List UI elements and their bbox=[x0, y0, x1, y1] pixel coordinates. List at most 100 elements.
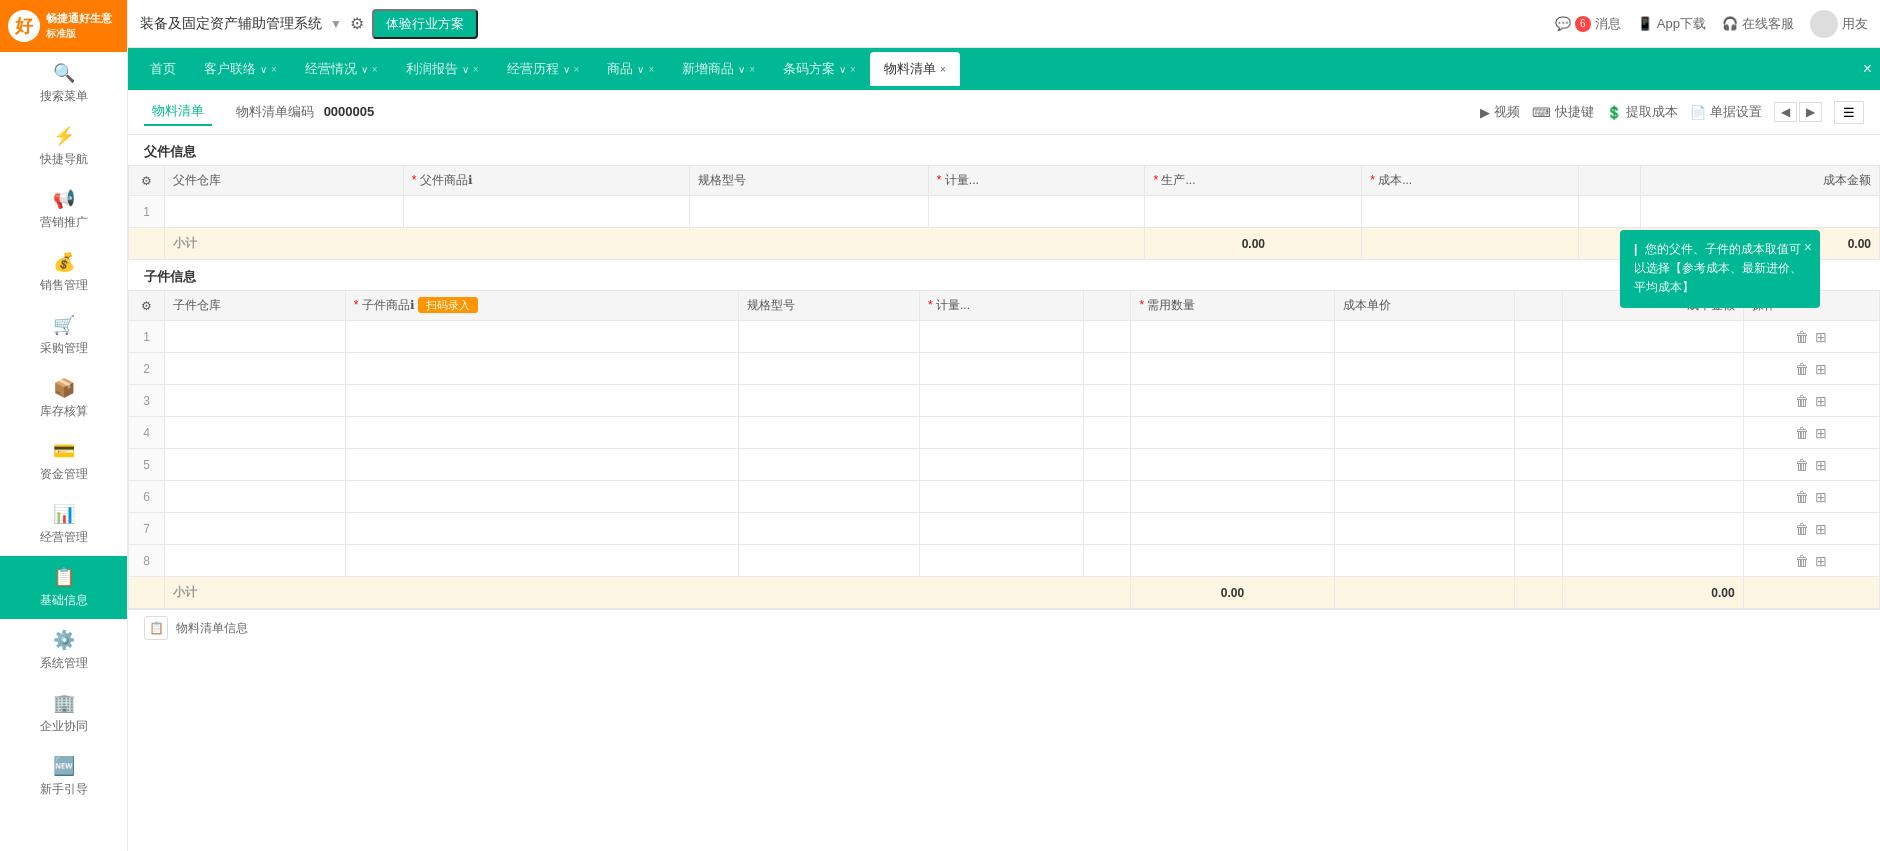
child-row-6-unit-cost[interactable] bbox=[1334, 481, 1515, 513]
child-row-5-unit[interactable] bbox=[919, 449, 1083, 481]
child-row-1-spec[interactable] bbox=[739, 321, 920, 353]
child-row-1-unit[interactable] bbox=[919, 321, 1083, 353]
sidebar-item-corp[interactable]: 🏢 企业协同 bbox=[0, 682, 127, 745]
parent-row-1-spec[interactable] bbox=[690, 196, 929, 228]
child-row-1-delete-icon[interactable]: 🗑 bbox=[1795, 329, 1809, 345]
child-row-7-spec[interactable] bbox=[739, 513, 920, 545]
child-row-7-unit-cost[interactable] bbox=[1334, 513, 1515, 545]
child-row-3-unit[interactable] bbox=[919, 385, 1083, 417]
child-row-2-copy-icon[interactable]: ⊞ bbox=[1815, 361, 1827, 377]
child-row-5-delete-icon[interactable]: 🗑 bbox=[1795, 457, 1809, 473]
child-row-7-unit[interactable] bbox=[919, 513, 1083, 545]
child-row-8-product[interactable] bbox=[345, 545, 738, 577]
next-btn[interactable]: ▶ bbox=[1799, 102, 1822, 122]
messages-btn[interactable]: 💬 6 消息 bbox=[1555, 15, 1621, 33]
child-row-2-qty[interactable] bbox=[1131, 353, 1334, 385]
child-row-8-copy-icon[interactable]: ⊞ bbox=[1815, 553, 1827, 569]
child-row-2-unit-cost[interactable] bbox=[1334, 353, 1515, 385]
child-row-6-product[interactable] bbox=[345, 481, 738, 513]
sidebar-item-guide[interactable]: 🆕 新手引导 bbox=[0, 745, 127, 808]
video-btn[interactable]: ▶ 视频 bbox=[1480, 103, 1520, 121]
sidebar-item-quicknav[interactable]: ⚡ 快捷导航 bbox=[0, 115, 127, 178]
child-row-4-unit[interactable] bbox=[919, 417, 1083, 449]
sidebar-item-search[interactable]: 🔍 搜索菜单 bbox=[0, 52, 127, 115]
tab-products-close[interactable]: × bbox=[648, 64, 654, 75]
child-row-8-qty[interactable] bbox=[1131, 545, 1334, 577]
tab-history[interactable]: 经营历程 ∨ × bbox=[493, 52, 594, 86]
child-row-1-copy-icon[interactable]: ⊞ bbox=[1815, 329, 1827, 345]
child-row-7-copy-icon[interactable]: ⊞ bbox=[1815, 521, 1827, 537]
sidebar-item-purchase[interactable]: 🛒 采购管理 bbox=[0, 304, 127, 367]
sidebar-item-sales[interactable]: 💰 销售管理 bbox=[0, 241, 127, 304]
tab-profit[interactable]: 利润报告 ∨ × bbox=[392, 52, 493, 86]
child-row-8-delete-icon[interactable]: 🗑 bbox=[1795, 553, 1809, 569]
child-row-6-unit[interactable] bbox=[919, 481, 1083, 513]
child-row-1-product[interactable] bbox=[345, 321, 738, 353]
child-row-5-copy-icon[interactable]: ⊞ bbox=[1815, 457, 1827, 473]
child-row-4-copy-icon[interactable]: ⊞ bbox=[1815, 425, 1827, 441]
child-row-3-qty[interactable] bbox=[1131, 385, 1334, 417]
child-row-8-warehouse[interactable] bbox=[165, 545, 346, 577]
sidebar-item-inventory[interactable]: 📦 库存核算 bbox=[0, 367, 127, 430]
tab-bom-close[interactable]: × bbox=[940, 64, 946, 75]
child-row-2-unit[interactable] bbox=[919, 353, 1083, 385]
parent-row-1-warehouse[interactable] bbox=[165, 196, 404, 228]
child-row-8-unit[interactable] bbox=[919, 545, 1083, 577]
child-row-5-unit-cost[interactable] bbox=[1334, 449, 1515, 481]
tab-products[interactable]: 商品 ∨ × bbox=[593, 52, 668, 86]
child-row-2-delete-icon[interactable]: 🗑 bbox=[1795, 361, 1809, 377]
child-row-3-copy-icon[interactable]: ⊞ bbox=[1815, 393, 1827, 409]
child-row-2-spec[interactable] bbox=[739, 353, 920, 385]
tooltip-close-btn[interactable]: × bbox=[1804, 236, 1812, 258]
tab-newproduct-close[interactable]: × bbox=[749, 64, 755, 75]
child-row-4-spec[interactable] bbox=[739, 417, 920, 449]
doc-settings-btn[interactable]: 📄 单据设置 bbox=[1690, 103, 1762, 121]
topbar-gear-icon[interactable]: ⚙ bbox=[350, 14, 364, 33]
child-row-6-delete-icon[interactable]: 🗑 bbox=[1795, 489, 1809, 505]
shortcut-btn[interactable]: ⌨ 快捷键 bbox=[1532, 103, 1594, 121]
child-row-1-unit-cost[interactable] bbox=[1334, 321, 1515, 353]
child-row-1-warehouse[interactable] bbox=[165, 321, 346, 353]
child-row-2-warehouse[interactable] bbox=[165, 353, 346, 385]
subheader-tab-bom[interactable]: 物料清单 bbox=[144, 98, 212, 126]
child-row-4-product[interactable] bbox=[345, 417, 738, 449]
child-row-4-delete-icon[interactable]: 🗑 bbox=[1795, 425, 1809, 441]
child-row-6-warehouse[interactable] bbox=[165, 481, 346, 513]
child-row-5-spec[interactable] bbox=[739, 449, 920, 481]
child-row-7-product[interactable] bbox=[345, 513, 738, 545]
tab-barcode-close[interactable]: × bbox=[850, 64, 856, 75]
tab-operations-close[interactable]: × bbox=[372, 64, 378, 75]
child-row-7-qty[interactable] bbox=[1131, 513, 1334, 545]
child-row-8-unit-cost[interactable] bbox=[1334, 545, 1515, 577]
parent-row-1-cost[interactable] bbox=[1362, 196, 1579, 228]
sidebar-item-operations[interactable]: 📊 经营管理 bbox=[0, 493, 127, 556]
tab-new-product[interactable]: 新增商品 ∨ × bbox=[668, 52, 769, 86]
child-row-5-warehouse[interactable] bbox=[165, 449, 346, 481]
sidebar-item-marketing[interactable]: 📢 营销推广 bbox=[0, 178, 127, 241]
tab-home[interactable]: 首页 bbox=[136, 52, 190, 86]
child-row-6-qty[interactable] bbox=[1131, 481, 1334, 513]
parent-row-1-produce[interactable] bbox=[1145, 196, 1362, 228]
prev-btn[interactable]: ◀ bbox=[1774, 102, 1797, 122]
support-btn[interactable]: 🎧 在线客服 bbox=[1722, 15, 1794, 33]
child-row-4-warehouse[interactable] bbox=[165, 417, 346, 449]
child-row-3-product[interactable] bbox=[345, 385, 738, 417]
tab-customers-close[interactable]: × bbox=[271, 64, 277, 75]
menu-btn[interactable]: ☰ bbox=[1834, 101, 1864, 124]
tab-operations[interactable]: 经营情况 ∨ × bbox=[291, 52, 392, 86]
child-row-6-spec[interactable] bbox=[739, 481, 920, 513]
child-row-4-qty[interactable] bbox=[1131, 417, 1334, 449]
tab-history-close[interactable]: × bbox=[574, 64, 580, 75]
close-all-tabs[interactable]: × bbox=[1863, 60, 1872, 78]
scan-input-btn[interactable]: 扫码录入 bbox=[418, 297, 478, 313]
cost-btn[interactable]: 💲 提取成本 bbox=[1606, 103, 1678, 121]
child-row-4-unit-cost[interactable] bbox=[1334, 417, 1515, 449]
child-row-3-unit-cost[interactable] bbox=[1334, 385, 1515, 417]
tab-profit-close[interactable]: × bbox=[473, 64, 479, 75]
child-row-3-delete-icon[interactable]: 🗑 bbox=[1795, 393, 1809, 409]
child-row-2-product[interactable] bbox=[345, 353, 738, 385]
app-download-btn[interactable]: 📱 App下载 bbox=[1637, 15, 1706, 33]
child-row-1-qty[interactable] bbox=[1131, 321, 1334, 353]
sidebar-item-system[interactable]: ⚙️ 系统管理 bbox=[0, 619, 127, 682]
tab-customers[interactable]: 客户联络 ∨ × bbox=[190, 52, 291, 86]
